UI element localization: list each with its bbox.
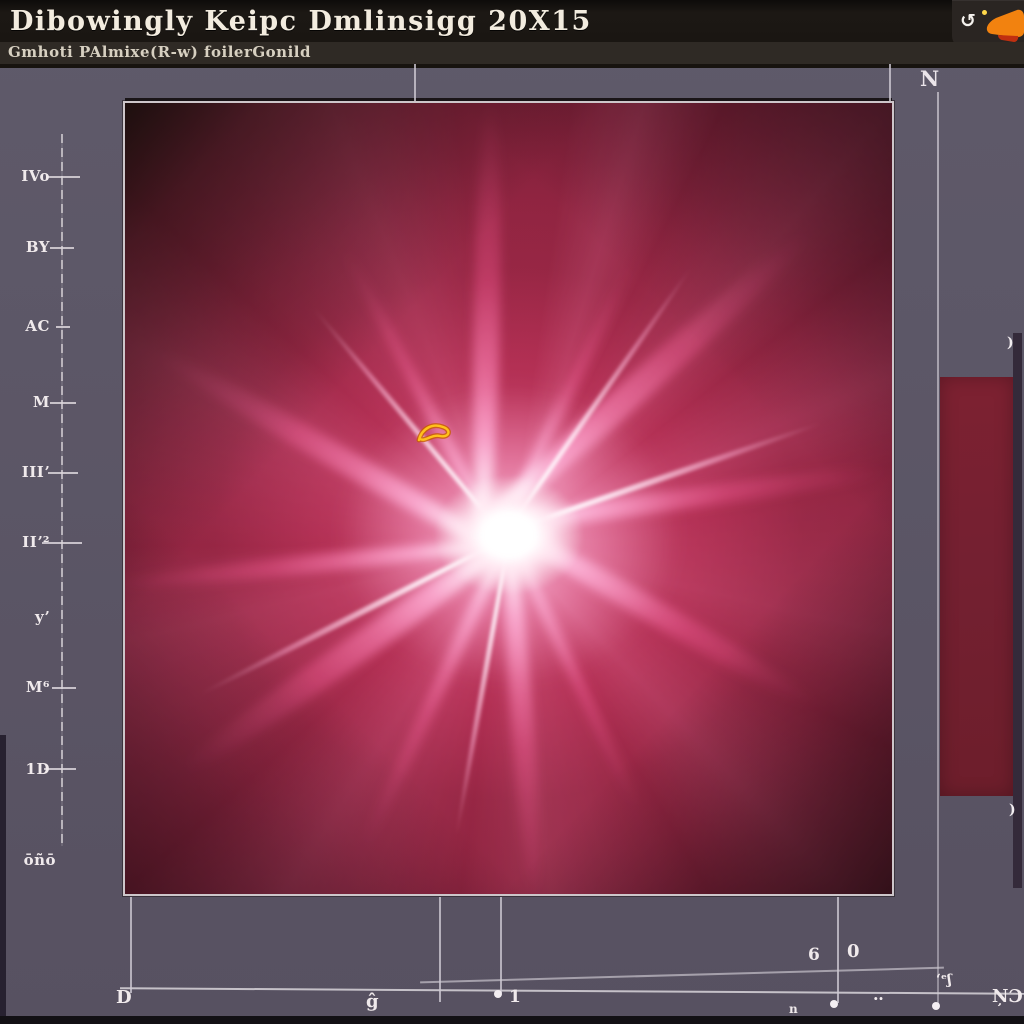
x-tick-label: n xyxy=(789,1002,798,1016)
grid-line xyxy=(837,897,839,1003)
x-tick-label: 6 xyxy=(808,945,820,965)
y-tick-mark xyxy=(48,472,78,474)
x-tick-label: ‥ xyxy=(873,985,884,1004)
x-tick-label: ŅƆ xyxy=(992,986,1023,1007)
y-tick-label: M xyxy=(32,393,50,411)
y-tick-mark xyxy=(48,176,80,178)
x-axis-line xyxy=(120,987,1024,995)
y-tick-mark xyxy=(50,247,74,249)
y-tick-label: 1D xyxy=(25,760,50,778)
grid-line xyxy=(889,64,891,101)
y-tick-label: IIIʼ xyxy=(21,463,50,481)
starburst-image-canvas[interactable] xyxy=(123,101,894,896)
grid-line xyxy=(500,897,502,993)
x-tick-label: 1 xyxy=(509,987,521,1007)
toolbar-panel: ↺ xyxy=(952,0,1024,48)
y-tick-label: yʼ xyxy=(35,608,50,626)
app-window: Dibowingly Keipc Dmlinsigg 20X15 ↺ Gmhot… xyxy=(0,0,1024,1024)
axis-dot xyxy=(830,1000,838,1008)
title-bar: Dibowingly Keipc Dmlinsigg 20X15 xyxy=(0,0,1024,42)
y-tick-mark xyxy=(52,687,76,689)
red-side-panel[interactable] xyxy=(940,377,1013,796)
y-tick-label: ōñō xyxy=(23,851,56,869)
x-tick-label: D xyxy=(116,987,132,1008)
window-title: Dibowingly Keipc Dmlinsigg 20X15 xyxy=(10,6,592,37)
x-tick-label: ʻᵉʃ xyxy=(936,972,952,988)
bottom-edge-strip xyxy=(0,1016,1024,1024)
n-axis-label: N xyxy=(920,66,940,91)
x-tick-label: ĝ xyxy=(366,991,379,1012)
subtitle-bar: Gmhoti PAlmixe(R-w) foilerGonild xyxy=(0,42,1024,68)
y-axis-line xyxy=(61,134,63,846)
side-mark: ) xyxy=(1009,802,1016,818)
grid-line xyxy=(414,64,416,101)
yellow-squiggle-annotation xyxy=(415,418,465,456)
refresh-icon[interactable]: ↺ xyxy=(960,10,976,32)
axis-dot xyxy=(932,1002,940,1010)
x-tick-label: 0 xyxy=(847,941,860,962)
y-tick-label: BY xyxy=(25,238,50,256)
grid-line xyxy=(439,897,441,1002)
side-mark: ) xyxy=(1007,335,1014,351)
window-subtitle: Gmhoti PAlmixe(R-w) foilerGonild xyxy=(8,43,311,61)
y-tick-mark xyxy=(56,326,70,328)
y-tick-label: M⁶ xyxy=(25,678,50,696)
x-axis-secondary-line xyxy=(420,966,944,984)
vignette-overlay xyxy=(125,103,892,894)
y-tick-label: IVo xyxy=(21,167,50,185)
y-tick-label: IIʼ² xyxy=(22,533,50,551)
left-edge-strip xyxy=(0,735,6,1024)
grid-line xyxy=(130,897,132,993)
n-axis-line xyxy=(937,92,939,1008)
y-tick-label: AC xyxy=(25,317,50,335)
y-tick-mark xyxy=(50,402,76,404)
axis-dot xyxy=(494,990,502,998)
